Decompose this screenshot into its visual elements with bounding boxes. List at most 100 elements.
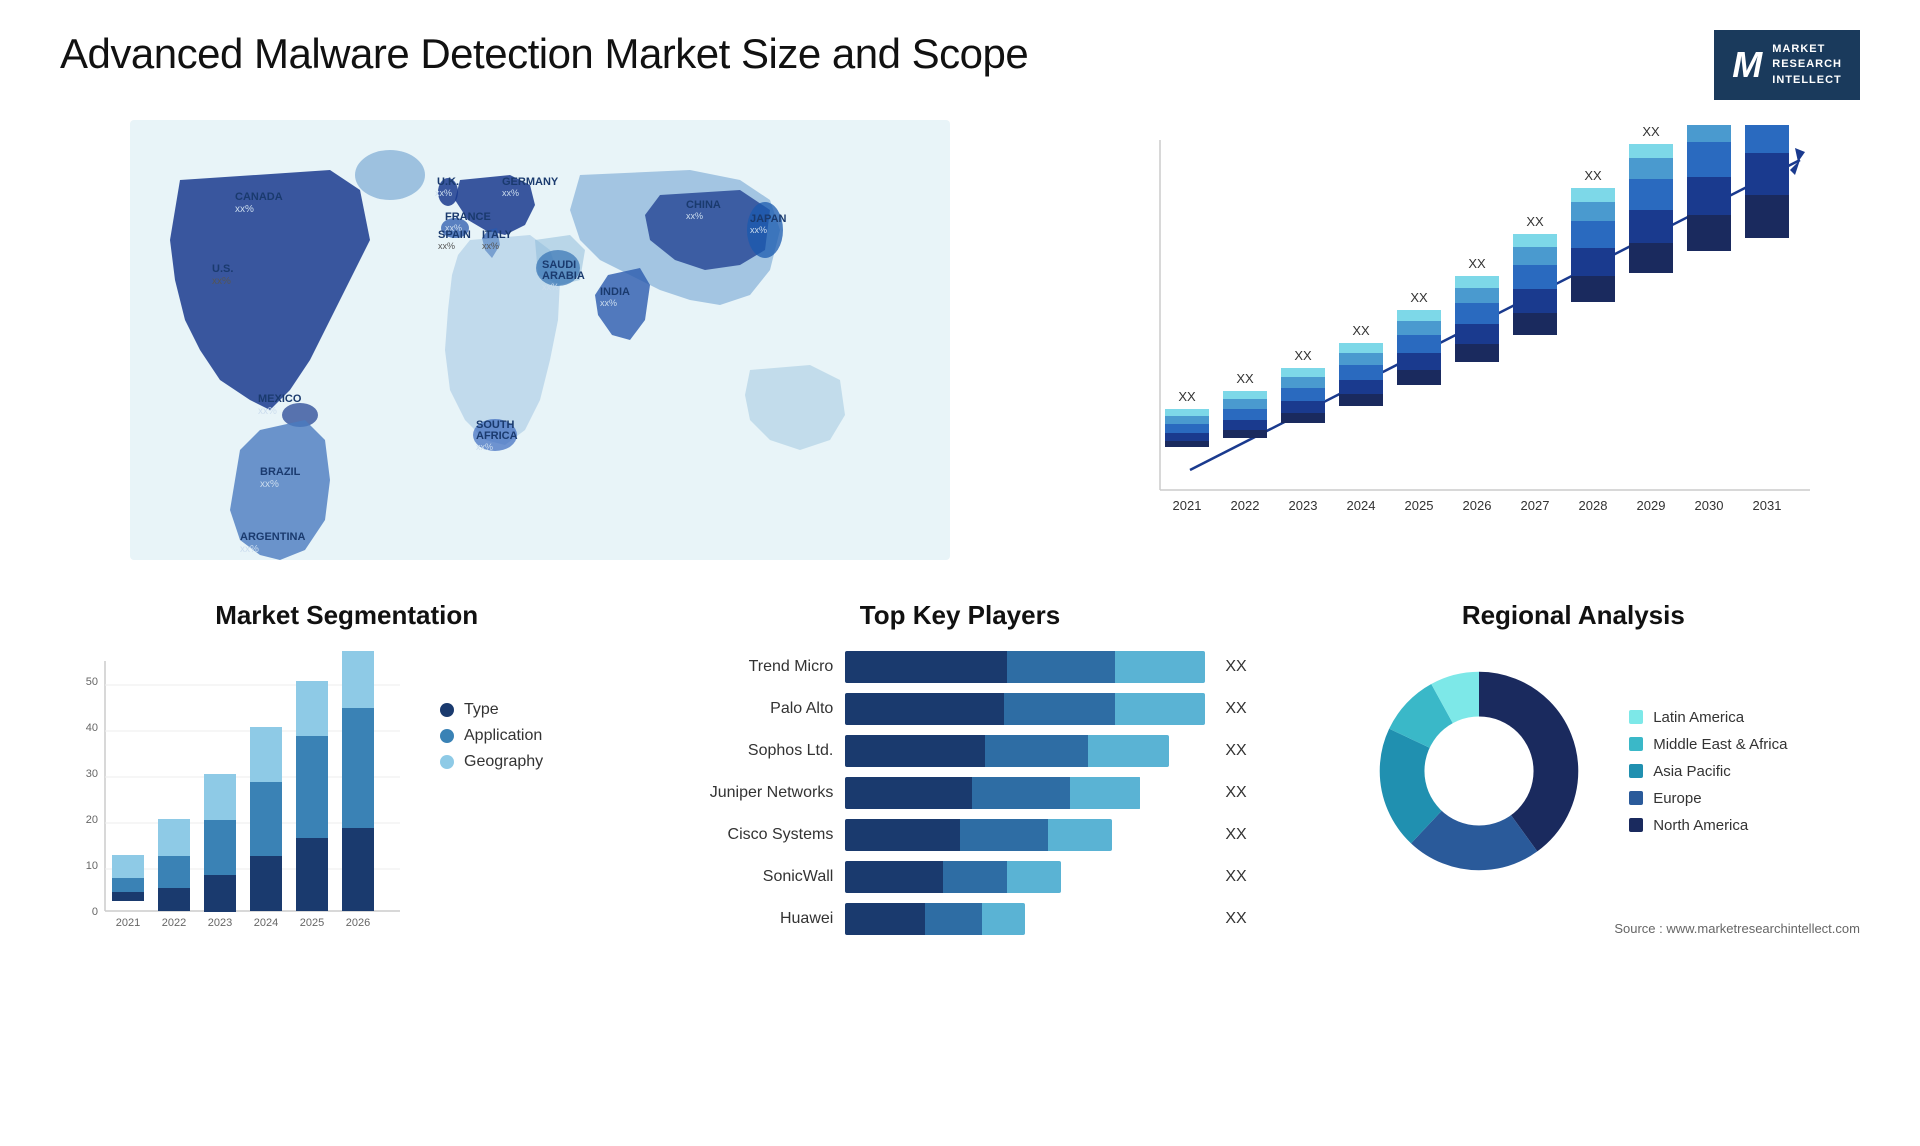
- bar-2021: XX 2021: [1165, 389, 1209, 513]
- svg-text:2024: 2024: [1347, 498, 1376, 513]
- growth-chart-svg: XX 2021 XX 2022: [1060, 120, 1860, 560]
- player-bar-wrap-0: [845, 651, 1205, 683]
- player-bar-wrap-5: [845, 861, 1205, 893]
- bar-2029: XX 2029: [1629, 124, 1673, 513]
- svg-text:XX: XX: [1642, 124, 1660, 139]
- legend-north-america-label: North America: [1653, 817, 1748, 834]
- page-container: Advanced Malware Detection Market Size a…: [0, 0, 1920, 1146]
- svg-text:2029: 2029: [1637, 498, 1666, 513]
- player-name-5: SonicWall: [673, 868, 833, 886]
- svg-text:CHINA: CHINA: [686, 199, 721, 211]
- svg-text:BRAZIL: BRAZIL: [260, 466, 301, 478]
- legend-latin-america-box: [1629, 710, 1643, 724]
- segmentation-container: Market Segmentation 0 10 20 30 40 50: [60, 600, 633, 951]
- svg-text:XX: XX: [1294, 348, 1312, 363]
- bar-2027: XX 2027: [1513, 214, 1557, 513]
- bar-2023: XX 2023: [1281, 348, 1325, 513]
- svg-text:xx%: xx%: [686, 211, 703, 221]
- svg-text:20: 20: [86, 814, 98, 826]
- bar-seg1: [845, 903, 924, 935]
- page-title: Advanced Malware Detection Market Size a…: [60, 30, 1028, 78]
- players-chart: Trend Micro XX Palo Alto: [673, 651, 1246, 935]
- svg-text:xx%: xx%: [750, 225, 767, 235]
- growth-chart-container: XX 2021 XX 2022: [1060, 120, 1860, 560]
- logo-box: M MARKET RESEARCH INTELLECT: [1714, 30, 1860, 100]
- svg-text:2028: 2028: [1579, 498, 1608, 513]
- segmentation-title: Market Segmentation: [60, 600, 633, 631]
- player-row-sophos: Sophos Ltd. XX: [673, 735, 1246, 767]
- player-row-juniper: Juniper Networks XX: [673, 777, 1246, 809]
- svg-text:CANADA: CANADA: [235, 191, 283, 203]
- svg-text:xx%: xx%: [240, 544, 259, 555]
- bar-2024: XX 2024: [1339, 323, 1383, 513]
- legend-latin-america: Latin America: [1629, 709, 1787, 726]
- logo-text: MARKET RESEARCH INTELLECT: [1772, 42, 1842, 88]
- svg-text:10: 10: [86, 860, 98, 872]
- svg-text:xx%: xx%: [260, 479, 279, 490]
- bar-seg1: [845, 651, 1007, 683]
- legend-geography: Geography: [440, 753, 543, 771]
- legend-europe: Europe: [1629, 790, 1787, 807]
- svg-text:2023: 2023: [1289, 498, 1318, 513]
- bar-seg3: [1070, 777, 1141, 809]
- svg-text:U.K.: U.K.: [437, 176, 459, 188]
- svg-text:GERMANY: GERMANY: [502, 176, 559, 188]
- svg-text:XX: XX: [1526, 214, 1544, 229]
- player-name-4: Cisco Systems: [673, 826, 833, 844]
- players-container: Top Key Players Trend Micro XX Palo Alto: [673, 600, 1246, 951]
- player-bar-wrap-6: [845, 903, 1205, 935]
- legend-latin-america-label: Latin America: [1653, 709, 1744, 726]
- regional-title: Regional Analysis: [1287, 600, 1860, 631]
- legend-application-dot: [440, 729, 454, 743]
- logo-letter: M: [1732, 44, 1762, 86]
- svg-text:2025: 2025: [1405, 498, 1434, 513]
- svg-text:xx%: xx%: [258, 406, 277, 417]
- svg-text:30: 30: [86, 768, 98, 780]
- svg-text:AFRICA: AFRICA: [476, 430, 518, 442]
- bar-2030: XX 2030: [1687, 120, 1731, 513]
- player-name-2: Sophos Ltd.: [673, 742, 833, 760]
- player-bar-5: [845, 861, 1061, 893]
- player-name-1: Palo Alto: [673, 700, 833, 718]
- svg-text:2031: 2031: [1753, 498, 1782, 513]
- svg-text:2022: 2022: [1231, 498, 1260, 513]
- source-text: Source : www.marketresearchintellect.com: [1287, 921, 1860, 936]
- donut-wrap: Latin America Middle East & Africa Asia …: [1287, 651, 1860, 891]
- player-name-3: Juniper Networks: [673, 784, 833, 802]
- svg-text:FRANCE: FRANCE: [445, 211, 491, 223]
- player-row-huawei: Huawei XX: [673, 903, 1246, 935]
- player-val-6: XX: [1225, 903, 1246, 935]
- player-name-0: Trend Micro: [673, 658, 833, 676]
- svg-text:2021: 2021: [1173, 498, 1202, 513]
- legend-asia-pacific-label: Asia Pacific: [1653, 763, 1731, 780]
- legend-application-label: Application: [464, 727, 542, 745]
- svg-text:50: 50: [86, 676, 98, 688]
- bar-seg3: [1007, 861, 1061, 893]
- legend-europe-box: [1629, 791, 1643, 805]
- legend-type-dot: [440, 703, 454, 717]
- legend-europe-label: Europe: [1653, 790, 1701, 807]
- bar-seg2: [985, 735, 1089, 767]
- bar-seg1: [845, 693, 1003, 725]
- bar-seg2: [925, 903, 983, 935]
- player-bar-wrap-4: [845, 819, 1205, 851]
- logo-area: M MARKET RESEARCH INTELLECT: [1714, 30, 1860, 100]
- legend-type-label: Type: [464, 701, 499, 719]
- legend-north-america: North America: [1629, 817, 1787, 834]
- svg-text:2021: 2021: [116, 917, 140, 929]
- svg-text:2026: 2026: [346, 917, 370, 929]
- svg-text:XX: XX: [1758, 120, 1777, 123]
- players-title: Top Key Players: [673, 600, 1246, 631]
- bar-seg3: [1115, 651, 1205, 683]
- header: Advanced Malware Detection Market Size a…: [60, 30, 1860, 100]
- bar-seg1: [845, 735, 984, 767]
- player-bar-3: [845, 777, 1140, 809]
- top-section: U.S. xx% CANADA xx% MEXICO xx% BRAZIL xx…: [60, 120, 1860, 560]
- player-bar-wrap-1: [845, 693, 1205, 725]
- svg-text:xx%: xx%: [435, 188, 452, 198]
- svg-text:2027: 2027: [1521, 498, 1550, 513]
- svg-text:XX: XX: [1468, 256, 1486, 271]
- player-bar-0: [845, 651, 1205, 683]
- legend-application: Application: [440, 727, 543, 745]
- donut-svg: [1359, 651, 1599, 891]
